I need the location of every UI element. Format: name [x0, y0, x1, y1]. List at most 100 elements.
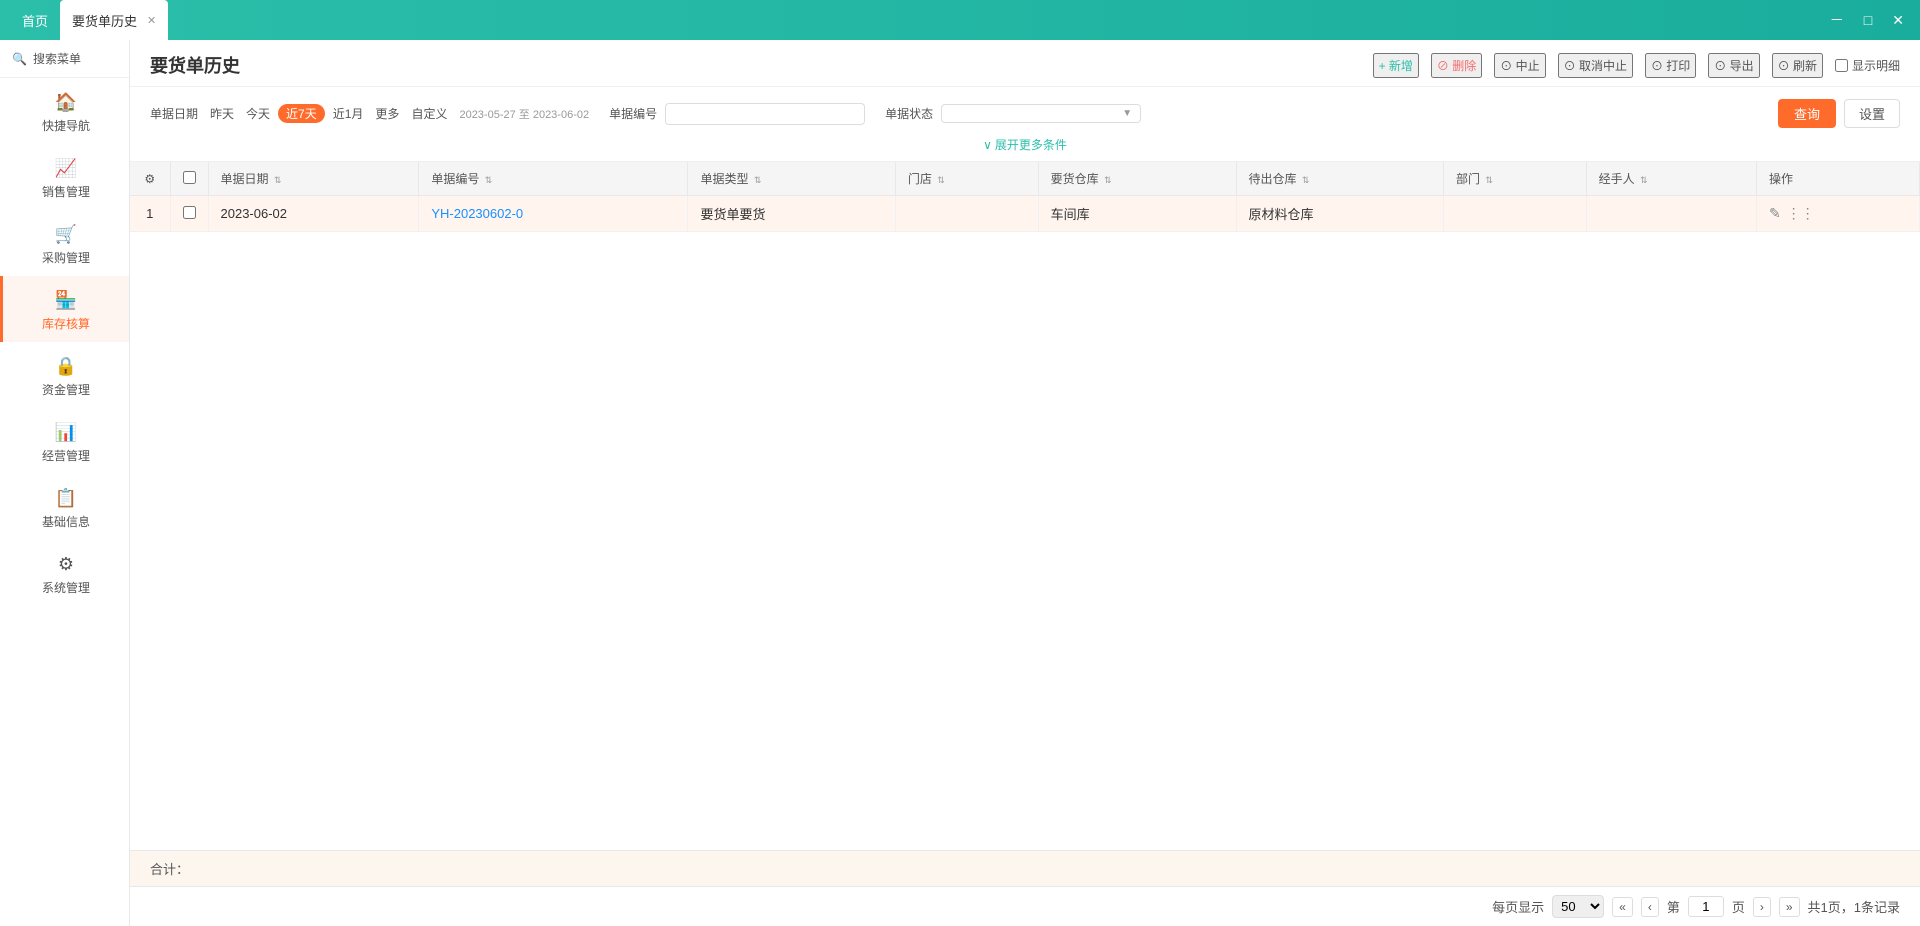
sort-icon: ⇅ — [937, 175, 945, 185]
filter-actions: 查询 设置 — [1778, 99, 1900, 128]
tab-home-label: 首页 — [22, 11, 48, 30]
cancel-stop-button[interactable]: ⊙ 取消中止 — [1558, 53, 1633, 78]
sidebar-item-management[interactable]: 📊 经营管理 — [0, 408, 129, 474]
toolbar: + 新增 ⊘ 删除 ⊙ 中止 ⊙ 取消中止 ⊙ 打印 ⊙ 导出 ⊙ 刷新 显示明… — [1373, 53, 1900, 78]
sidebar-item-label: 快捷导航 — [42, 117, 90, 134]
row-actions: ✎ ⋮⋮ — [1756, 196, 1919, 232]
expand-more-button[interactable]: ∨ 展开更多条件 — [150, 136, 1900, 153]
settings-button[interactable]: 设置 — [1844, 99, 1900, 128]
new-button[interactable]: + 新增 — [1373, 53, 1419, 78]
shortcut-custom[interactable]: 自定义 — [407, 104, 451, 123]
tab-close-icon[interactable]: ✕ — [147, 14, 156, 27]
col-bill-no[interactable]: 单据编号 ⇅ — [419, 162, 688, 196]
page-unit: 页 — [1732, 897, 1745, 916]
query-button[interactable]: 查询 — [1778, 99, 1836, 128]
col-pending-warehouse[interactable]: 待出仓库 ⇅ — [1236, 162, 1443, 196]
bill-no-input[interactable] — [665, 103, 865, 125]
col-handler[interactable]: 经手人 ⇅ — [1586, 162, 1756, 196]
filter-group-status: 单据状态 ▼ — [885, 104, 1141, 123]
tab-home[interactable]: 首页 — [10, 0, 60, 40]
sidebar-search[interactable]: 🔍 搜索菜单 — [0, 40, 129, 78]
content-area: 要货单历史 + 新增 ⊘ 删除 ⊙ 中止 ⊙ 取消中止 ⊙ 打印 ⊙ 导出 ⊙ … — [130, 40, 1920, 926]
next-page-button[interactable]: › — [1753, 897, 1771, 917]
date-range-display: 2023-05-27 至 2023-06-02 — [459, 106, 589, 122]
sort-icon: ⇅ — [1302, 175, 1310, 185]
row-checkbox-cell — [170, 196, 208, 232]
delete-button[interactable]: ⊘ 删除 — [1431, 53, 1482, 78]
shortcut-1month[interactable]: 近1月 — [329, 104, 368, 123]
last-page-button[interactable]: » — [1779, 897, 1800, 917]
col-checkbox — [170, 162, 208, 196]
filter-group-bill-no: 单据编号 — [609, 103, 865, 125]
date-shortcuts: 昨天 今天 近7天 近1月 更多 自定义 — [206, 104, 451, 123]
more-icon[interactable]: ⋮⋮ — [1787, 205, 1815, 222]
sidebar-item-label: 系统管理 — [42, 579, 90, 596]
shortcut-more[interactable]: 更多 — [371, 104, 403, 123]
minimize-button[interactable]: － — [1824, 8, 1850, 32]
sidebar-item-system[interactable]: ⚙ 系统管理 — [0, 540, 129, 606]
status-select[interactable]: ▼ — [941, 104, 1141, 123]
sidebar-item-sales[interactable]: 📈 销售管理 — [0, 144, 129, 210]
row-bill-type: 要货单要货 — [688, 196, 895, 232]
row-num: 1 — [130, 196, 170, 232]
sidebar-item-label: 基础信息 — [42, 513, 90, 530]
show-detail-input[interactable] — [1835, 59, 1848, 72]
maximize-button[interactable]: □ — [1858, 10, 1878, 30]
page-title: 要货单历史 — [150, 52, 240, 78]
col-bill-type[interactable]: 单据类型 ⇅ — [688, 162, 895, 196]
data-table: ⚙ 单据日期 ⇅ 单据编号 ⇅ 单据类型 — [130, 162, 1920, 232]
row-store — [895, 196, 1038, 232]
table-row: 1 2023-06-02 YH-20230602-0 要货单要货 车间库 原材料… — [130, 196, 1920, 232]
col-req-warehouse[interactable]: 要货仓库 ⇅ — [1038, 162, 1236, 196]
export-button[interactable]: ⊙ 导出 — [1708, 53, 1759, 78]
sidebar-item-label: 采购管理 — [42, 249, 90, 266]
table-header-row: ⚙ 单据日期 ⇅ 单据编号 ⇅ 单据类型 — [130, 162, 1920, 196]
sidebar-item-label: 经营管理 — [42, 447, 90, 464]
prev-page-button[interactable]: ‹ — [1641, 897, 1659, 917]
status-label: 单据状态 — [885, 105, 933, 122]
filter-area: 单据日期 昨天 今天 近7天 近1月 更多 自定义 2023-05-27 至 2… — [130, 87, 1920, 162]
sort-icon: ⇅ — [274, 175, 282, 185]
col-department[interactable]: 部门 ⇅ — [1443, 162, 1586, 196]
sidebar-item-label: 资金管理 — [42, 381, 90, 398]
sort-icon: ⇅ — [485, 175, 493, 185]
sidebar-item-finance[interactable]: 🔒 资金管理 — [0, 342, 129, 408]
action-buttons: ✎ ⋮⋮ — [1769, 205, 1907, 222]
sidebar-item-inventory[interactable]: 🏪 库存核算 — [0, 276, 129, 342]
tab-requisition-history[interactable]: 要货单历史 ✕ — [60, 0, 168, 40]
table-footer: 合计： — [130, 850, 1920, 886]
top-bar: 首页 要货单历史 ✕ － □ ✕ — [0, 0, 1920, 40]
col-actions: 操作 — [1756, 162, 1919, 196]
sort-icon: ⇅ — [754, 175, 762, 185]
bill-no-link[interactable]: YH-20230602-0 — [431, 206, 523, 221]
shortcut-today[interactable]: 今天 — [242, 104, 274, 123]
row-checkbox[interactable] — [183, 206, 196, 219]
stop-button[interactable]: ⊙ 中止 — [1494, 53, 1545, 78]
col-settings[interactable]: ⚙ — [130, 162, 170, 196]
col-store[interactable]: 门店 ⇅ — [895, 162, 1038, 196]
select-all-checkbox[interactable] — [183, 171, 196, 184]
page-input[interactable] — [1688, 896, 1724, 917]
sidebar-item-quick-nav[interactable]: 🏠 快捷导航 — [0, 78, 129, 144]
sidebar: 🔍 搜索菜单 🏠 快捷导航 📈 销售管理 🛒 采购管理 🏪 库存核算 🔒 资金管… — [0, 40, 130, 926]
show-detail-checkbox[interactable]: 显示明细 — [1835, 57, 1900, 74]
window-buttons: － □ ✕ — [1824, 8, 1910, 32]
total-label: 合计： — [150, 862, 189, 877]
sidebar-item-label: 销售管理 — [42, 183, 90, 200]
print-button[interactable]: ⊙ 打印 — [1645, 53, 1696, 78]
shortcut-7days[interactable]: 近7天 — [278, 104, 325, 123]
sidebar-item-basic-info[interactable]: 📋 基础信息 — [0, 474, 129, 540]
page-label: 第 — [1667, 897, 1680, 916]
per-page-select[interactable]: 10 20 50 100 — [1552, 895, 1604, 918]
refresh-button[interactable]: ⊙ 刷新 — [1772, 53, 1823, 78]
col-date[interactable]: 单据日期 ⇅ — [208, 162, 419, 196]
close-button[interactable]: ✕ — [1886, 10, 1910, 31]
expand-more-label: 展开更多条件 — [995, 136, 1067, 153]
first-page-button[interactable]: « — [1612, 897, 1633, 917]
edit-icon[interactable]: ✎ — [1769, 205, 1781, 222]
pagination-bar: 每页显示 10 20 50 100 « ‹ 第 页 › » 共1页，1条记录 — [130, 886, 1920, 926]
shortcut-yesterday[interactable]: 昨天 — [206, 104, 238, 123]
sidebar-item-purchase[interactable]: 🛒 采购管理 — [0, 210, 129, 276]
chevron-down-icon: ▼ — [1122, 108, 1132, 119]
system-icon: ⚙ — [58, 554, 74, 575]
